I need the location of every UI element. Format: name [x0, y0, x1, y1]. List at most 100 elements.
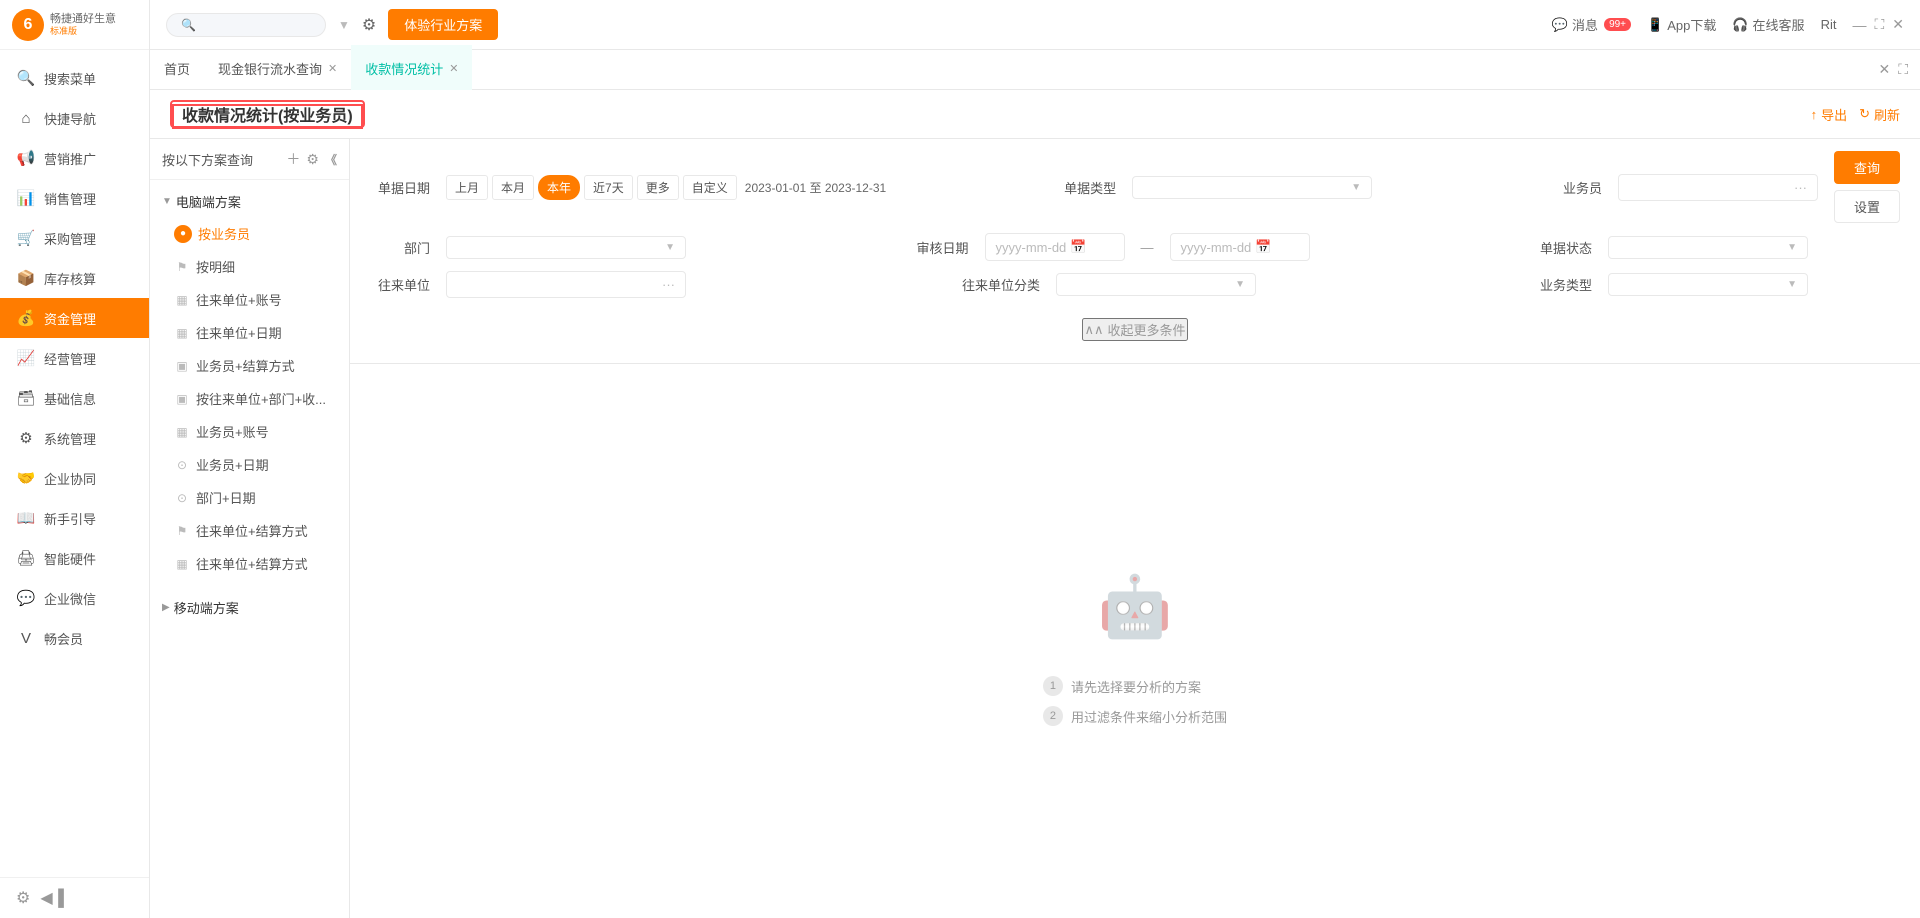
settings-button[interactable]: 设置	[1834, 190, 1900, 223]
collapse-panel-icon[interactable]: 《	[325, 151, 337, 168]
sidebar-item-guide[interactable]: 📖新手引导	[0, 498, 149, 538]
biz-type-select[interactable]: ▼	[1608, 273, 1808, 296]
user-info[interactable]: Rit	[1821, 17, 1837, 32]
salesperson-select[interactable]: ···	[1618, 174, 1818, 201]
content-close-icon[interactable]: ✕	[1878, 61, 1890, 78]
sidebar-item-operations[interactable]: 📈经营管理	[0, 338, 149, 378]
filter-area: 单据日期 上月 本月 本年 近7天 更多 自定义 2023-01-01 至 20…	[350, 139, 1920, 364]
doc-status-select[interactable]: ▼	[1608, 236, 1808, 259]
close-bank-flow-tab[interactable]: ✕	[328, 62, 337, 75]
filter-header: 按以下方案查询 ＋ ⚙ 《	[150, 139, 349, 180]
sidebar-item-hardware[interactable]: 🖨智能硬件	[0, 538, 149, 578]
counterpart-input[interactable]: ···	[446, 271, 686, 298]
salesperson-more-icon[interactable]: ···	[1794, 180, 1807, 195]
mobile-arrow-icon: ▶	[162, 602, 170, 613]
audit-date-label: 审核日期	[909, 238, 969, 257]
scheme-counterpart-dept-receipt[interactable]: ▣ 按往来单位+部门+收...	[150, 382, 349, 415]
app-download-btn[interactable]: 📱 App下载	[1647, 15, 1716, 34]
close-receipt-stats-tab[interactable]: ✕	[449, 62, 458, 75]
sidebar-item-system[interactable]: ⚙ 系统管理	[0, 418, 149, 458]
sidebar-item-label: 搜索菜单	[44, 69, 96, 88]
sidebar-item-marketing[interactable]: 📢营销推广	[0, 138, 149, 178]
this-year-btn[interactable]: 本年	[538, 175, 580, 200]
add-scheme-icon[interactable]: ＋	[286, 149, 300, 169]
doc-type-select[interactable]: ▼	[1132, 176, 1372, 199]
desktop-section-title[interactable]: ▼ 电脑端方案	[150, 186, 349, 217]
counterpart-category-select[interactable]: ▼	[1056, 273, 1256, 296]
scheme-counterpart-account[interactable]: ▦ 往来单位+账号	[150, 283, 349, 316]
tab-bank-flow[interactable]: 现金银行流水查询 ✕	[204, 45, 351, 95]
service-icon: 🎧	[1732, 17, 1748, 33]
scheme-by-salesperson[interactable]: ● 按业务员	[150, 217, 349, 250]
topbar-settings-icon[interactable]: ⚙	[362, 15, 376, 35]
app-logo-icon: 6	[12, 9, 44, 41]
scheme-by-detail[interactable]: ⚑ 按明细	[150, 250, 349, 283]
scheme-icon: ▦	[174, 325, 190, 341]
last-7-days-btn[interactable]: 近7天	[584, 175, 633, 200]
message-icon: 💬	[1552, 17, 1568, 33]
scheme-counterpart-date[interactable]: ▦ 往来单位+日期	[150, 316, 349, 349]
sidebar-settings-icon[interactable]: ⚙	[16, 888, 30, 908]
minimize-button[interactable]: —	[1852, 17, 1866, 33]
collapse-button[interactable]: ∧∧ 收起更多条件	[1082, 318, 1187, 341]
dept-select[interactable]: ▼	[446, 236, 686, 259]
custom-date-btn[interactable]: 自定义	[683, 175, 737, 200]
left-panel: 按以下方案查询 ＋ ⚙ 《 ▼ 电脑端方案 ● 按业务员 ⚑	[150, 139, 350, 918]
content-expand-icon[interactable]: ⛶	[1898, 61, 1908, 78]
online-service-btn[interactable]: 🎧 在线客服	[1732, 15, 1804, 34]
sidebar-item-search[interactable]: 🔍搜索菜单	[0, 58, 149, 98]
filter-header-label: 按以下方案查询	[162, 150, 253, 169]
scheme-salesperson-account[interactable]: ▦ 业务员+账号	[150, 415, 349, 448]
scheme-icon: ⊙	[174, 490, 190, 506]
query-button[interactable]: 查询	[1834, 151, 1900, 184]
scheme-settings-icon[interactable]: ⚙	[306, 151, 319, 168]
sidebar-item-wechat[interactable]: 💬企业微信	[0, 578, 149, 618]
sidebar-item-enterprise[interactable]: 🤝企业协同	[0, 458, 149, 498]
dept-dropdown-icon: ▼	[665, 242, 675, 253]
sidebar-item-sales[interactable]: 📊销售管理	[0, 178, 149, 218]
sidebar-item-inventory[interactable]: 📦库存核算	[0, 258, 149, 298]
right-panel: 单据日期 上月 本月 本年 近7天 更多 自定义 2023-01-01 至 20…	[350, 139, 1920, 918]
topbar-dropdown[interactable]: ▼	[338, 18, 350, 32]
more-date-btn[interactable]: 更多	[637, 175, 679, 200]
sidebar-item-member[interactable]: V畅会员	[0, 618, 149, 658]
mobile-section-title[interactable]: ▶ 移动端方案	[150, 592, 349, 623]
sidebar-collapse-icon[interactable]: ◀▐	[40, 888, 64, 908]
main-area: 🔍 ▼ ⚙ 体验行业方案 💬 消息 99+ 📱 App下载 🎧 在线客服	[150, 0, 1920, 918]
refresh-icon: ↻	[1859, 106, 1870, 122]
maximize-button[interactable]: ⛶	[1874, 16, 1884, 33]
sidebar-item-label: 系统管理	[44, 429, 96, 448]
try-industry-button[interactable]: 体验行业方案	[388, 9, 498, 40]
download-icon: 📱	[1647, 17, 1663, 33]
scheme-counterpart-settlement1[interactable]: ⚑ 往来单位+结算方式	[150, 514, 349, 547]
sidebar-item-purchase[interactable]: 🛒采购管理	[0, 218, 149, 258]
last-month-btn[interactable]: 上月	[446, 175, 488, 200]
sidebar-item-label: 资金管理	[44, 309, 96, 328]
messages-btn[interactable]: 💬 消息 99+	[1552, 15, 1631, 34]
scheme-dept-date[interactable]: ⊙ 部门+日期	[150, 481, 349, 514]
refresh-button[interactable]: ↻ 刷新	[1859, 105, 1900, 124]
scheme-counterpart-settlement2[interactable]: ▦ 往来单位+结算方式	[150, 547, 349, 580]
scheme-icon: ▦	[174, 556, 190, 572]
sidebar: 6 畅捷通好生意 标准版 🔍搜索菜单⌂快捷导航📢营销推广📊销售管理🛒采购管理📦库…	[0, 0, 150, 918]
system-icon: ⚙	[16, 428, 36, 448]
sidebar-item-quick-nav[interactable]: ⌂快捷导航	[0, 98, 149, 138]
sidebar-item-finance[interactable]: 💰资金管理	[0, 298, 149, 338]
sidebar-item-label: 经营管理	[44, 349, 96, 368]
scheme-salesperson-settlement[interactable]: ▣ 业务员+结算方式	[150, 349, 349, 382]
filter-row-2: 部门 ▼ 审核日期 yyyy-mm-dd 📅 — yyyy-mm-dd 📅	[370, 233, 1900, 261]
this-month-btn[interactable]: 本月	[492, 175, 534, 200]
close-button[interactable]: ✕	[1892, 16, 1904, 33]
dept-label: 部门	[370, 238, 430, 257]
filter-header-actions: ＋ ⚙ 《	[286, 149, 337, 169]
audit-date-from[interactable]: yyyy-mm-dd 📅	[985, 233, 1125, 261]
counterpart-more-icon[interactable]: ···	[662, 277, 675, 292]
tab-receipt-stats[interactable]: 收款情况统计 ✕	[351, 45, 472, 95]
home-tab[interactable]: 首页	[150, 45, 204, 95]
export-button[interactable]: ↑ 导出	[1811, 105, 1848, 124]
audit-date-to[interactable]: yyyy-mm-dd 📅	[1170, 233, 1310, 261]
topbar-search-box[interactable]: 🔍	[166, 13, 326, 37]
page-title-box: 收款情况统计(按业务员)	[170, 100, 365, 128]
scheme-salesperson-date[interactable]: ⊙ 业务员+日期	[150, 448, 349, 481]
sidebar-item-base-info[interactable]: 🗃基础信息	[0, 378, 149, 418]
